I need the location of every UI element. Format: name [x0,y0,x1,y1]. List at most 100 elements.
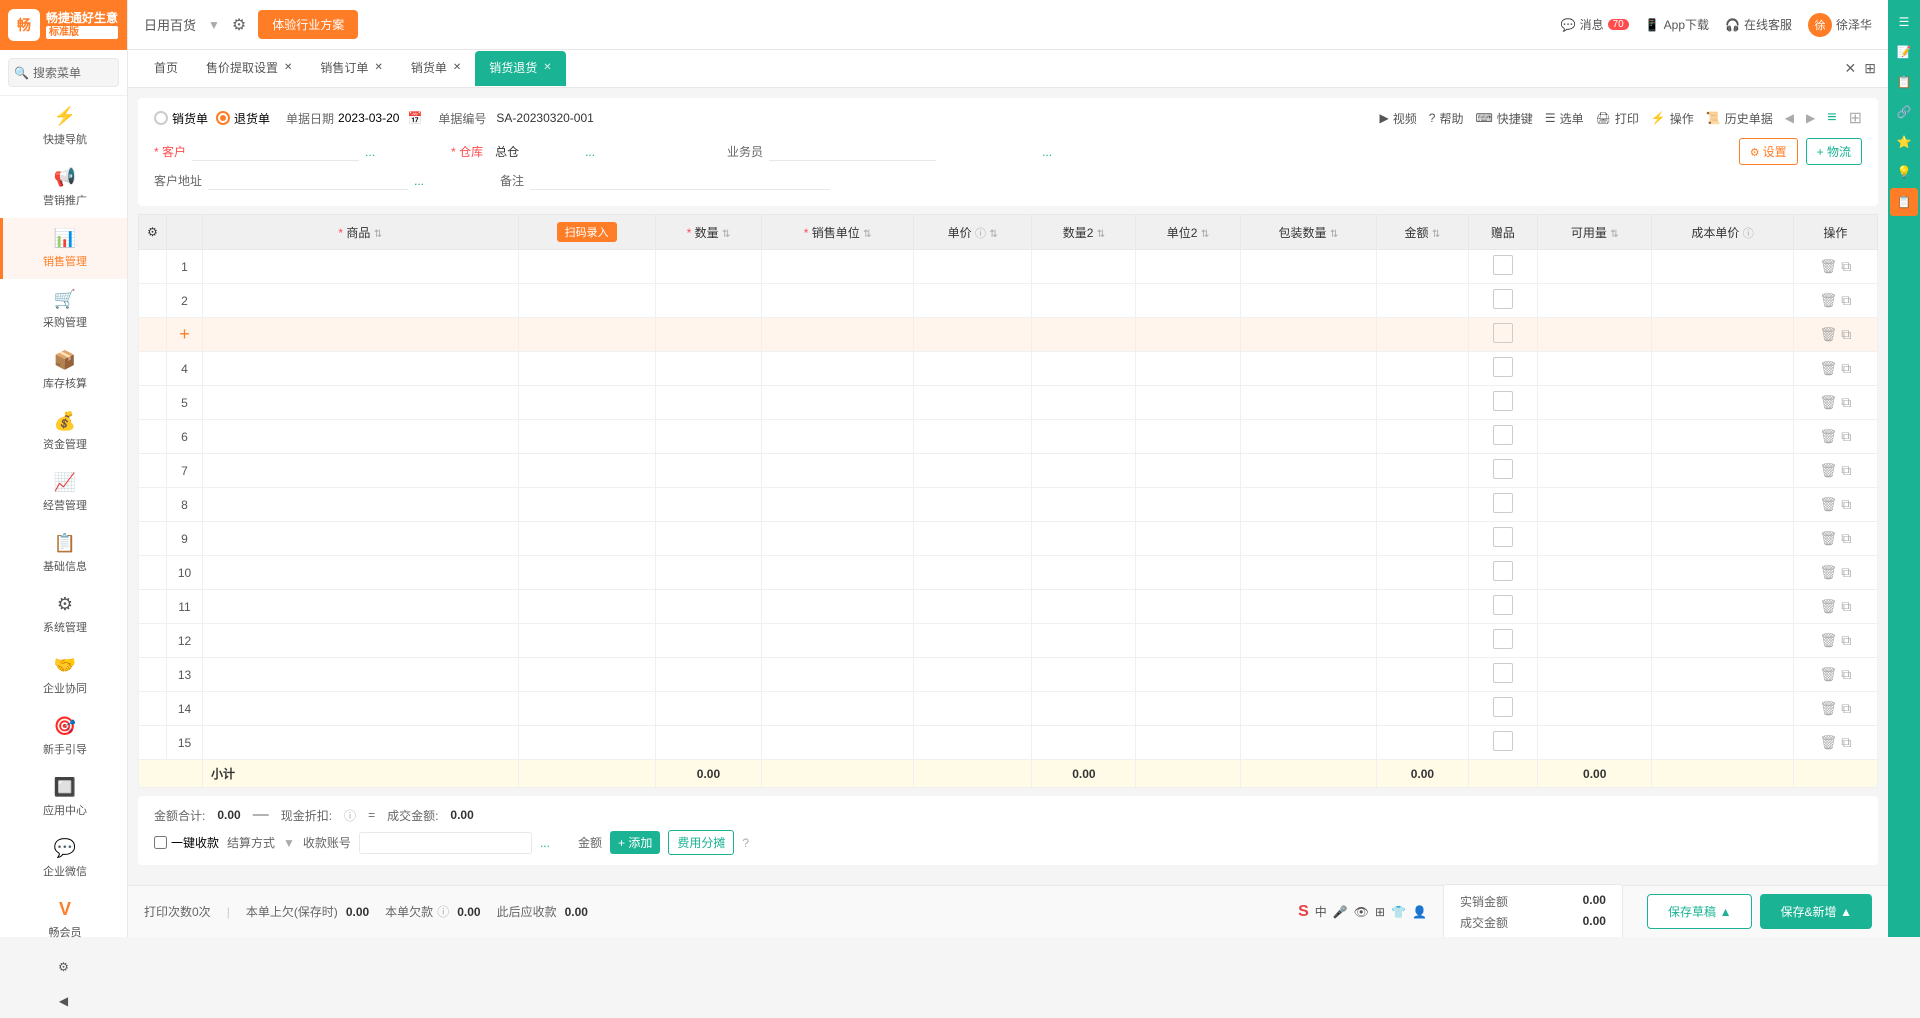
right-panel-item-3[interactable]: 📋 [1890,68,1918,96]
row-unit2-cell[interactable] [1136,624,1240,658]
product-input-2[interactable] [209,294,512,308]
row-qty2-cell[interactable] [1032,454,1136,488]
row-delete-icon-15[interactable]: 🗑 [1820,734,1838,751]
row-qty-cell[interactable] [655,624,762,658]
row-qty-cell[interactable] [655,726,762,760]
row-available-cell[interactable] [1538,386,1652,420]
row-gift-cell[interactable] [1468,624,1538,658]
discount-info-icon[interactable]: ⓘ [344,807,356,824]
row-unit-cell[interactable] [762,522,914,556]
one-click-collect-check[interactable]: 一键收款 [154,834,219,851]
taskbar-eye-icon[interactable]: 👁 [1354,905,1369,919]
taskbar-mic-icon[interactable]: 🎤 [1333,905,1348,919]
right-panel-item-6[interactable]: 💡 [1890,158,1918,186]
row-qty2-cell[interactable] [1032,522,1136,556]
sidebar-item-basic[interactable]: 📋 基础信息 [0,523,127,584]
tab-price-extract-close[interactable]: ✕ [284,62,292,73]
row-gift-cell[interactable] [1468,454,1538,488]
row-product-cell[interactable] [203,658,519,692]
row-delete-icon-7[interactable]: 🗑 [1820,462,1838,479]
row-product-cell[interactable] [203,624,519,658]
row-unit-cell[interactable] [762,318,914,352]
product-input-11[interactable] [209,600,512,614]
row-gift-cell[interactable] [1468,522,1538,556]
right-panel-item-7[interactable]: 📋 [1890,188,1918,216]
sidebar-item-marketing[interactable]: 📢 营销推广 [0,157,127,218]
product-input-12[interactable] [209,634,512,648]
row-pkg-cell[interactable] [1240,318,1377,352]
row-price-cell[interactable] [913,318,1031,352]
row-unit-cell[interactable] [762,488,914,522]
row-unit-cell[interactable] [762,556,914,590]
row-pkg-cell[interactable] [1240,624,1377,658]
tab-expand-btn[interactable]: ⊞ [1864,60,1876,77]
row-copy-icon-2[interactable]: ⧉ [1841,292,1851,309]
row-gift-cell[interactable] [1468,658,1538,692]
video-btn[interactable]: ▶ 视频 [1380,110,1417,127]
col-available-header[interactable]: 可用量 ⇅ [1538,215,1652,250]
save-new-btn[interactable]: 保存&新增 ▲ [1760,894,1872,929]
row-product-cell[interactable] [203,454,519,488]
sidebar-settings-btn[interactable]: ⚙ [0,950,127,984]
row-qty-cell[interactable] [655,284,762,318]
row-qty2-cell[interactable] [1032,318,1136,352]
row-copy-icon-6[interactable]: ⧉ [1841,428,1851,445]
row-qty2-cell[interactable] [1032,386,1136,420]
row-amount-cell[interactable] [1377,590,1469,624]
row-delete-icon-12[interactable]: 🗑 [1820,632,1838,649]
select-btn[interactable]: ☰ 选单 [1545,110,1584,127]
tab-sales-close[interactable]: ✕ [453,62,461,73]
row-unit2-cell[interactable] [1136,386,1240,420]
col-qty2-header[interactable]: 数量2 ⇅ [1032,215,1136,250]
row-unit2-cell[interactable] [1136,726,1240,760]
row-copy-icon-12[interactable]: ⧉ [1841,632,1851,649]
product-input-6[interactable] [209,430,512,444]
row-qty2-cell[interactable] [1032,420,1136,454]
row-pkg-cell[interactable] [1240,590,1377,624]
row-product-cell[interactable] [203,284,519,318]
row-price-cell[interactable] [913,590,1031,624]
gift-checkbox-14[interactable] [1493,697,1513,717]
row-qty2-cell[interactable] [1032,250,1136,284]
row-delete-icon-6[interactable]: 🗑 [1820,428,1838,445]
product-input-10[interactable] [209,566,512,580]
sidebar-item-operations[interactable]: 📈 经营管理 [0,462,127,523]
row-amount-cell[interactable] [1377,386,1469,420]
product-input-7[interactable] [209,464,512,478]
row-price-cell[interactable] [913,658,1031,692]
row-gift-cell[interactable] [1468,386,1538,420]
fee-btn[interactable]: 费用分摊 [668,830,734,855]
row-gift-cell[interactable] [1468,692,1538,726]
product-input-14[interactable] [209,702,512,716]
nav-prev-icon[interactable]: ◀ [1785,111,1794,125]
col-settings-header[interactable]: ⚙ [139,215,167,250]
cost-tip-icon[interactable]: ⓘ [1743,228,1754,240]
row-price-cell[interactable] [913,420,1031,454]
row-amount-cell[interactable] [1377,522,1469,556]
col-unit2-header[interactable]: 单位2 ⇅ [1136,215,1240,250]
product-input-8[interactable] [209,498,512,512]
taskbar-shirt-icon[interactable]: 👕 [1391,905,1406,919]
row-unit2-cell[interactable] [1136,250,1240,284]
row-delete-icon-10[interactable]: 🗑 [1820,564,1838,581]
row-gift-cell[interactable] [1468,318,1538,352]
row-delete-icon-4[interactable]: 🗑 [1820,360,1838,377]
row-qty-cell[interactable] [655,454,762,488]
row-qty2-cell[interactable] [1032,624,1136,658]
row-price-cell[interactable] [913,284,1031,318]
row-amount-cell[interactable] [1377,658,1469,692]
row-unit2-cell[interactable] [1136,352,1240,386]
row-amount-cell[interactable] [1377,556,1469,590]
sidebar-item-app-center[interactable]: 🔲 应用中心 [0,767,127,828]
gift-checkbox-8[interactable] [1493,493,1513,513]
row-price-cell[interactable] [913,726,1031,760]
row-pkg-cell[interactable] [1240,488,1377,522]
price-sort-icon[interactable]: ⇅ [989,229,997,240]
col-barcode-header[interactable]: 扫码录入 [518,215,655,250]
row-available-cell[interactable] [1538,624,1652,658]
row-delete-icon-9[interactable]: 🗑 [1820,530,1838,547]
row-available-cell[interactable] [1538,352,1652,386]
sidebar-item-finance[interactable]: 💰 资金管理 [0,401,127,462]
current-debt-icon[interactable]: ⓘ [437,903,449,920]
product-input-9[interactable] [209,532,512,546]
